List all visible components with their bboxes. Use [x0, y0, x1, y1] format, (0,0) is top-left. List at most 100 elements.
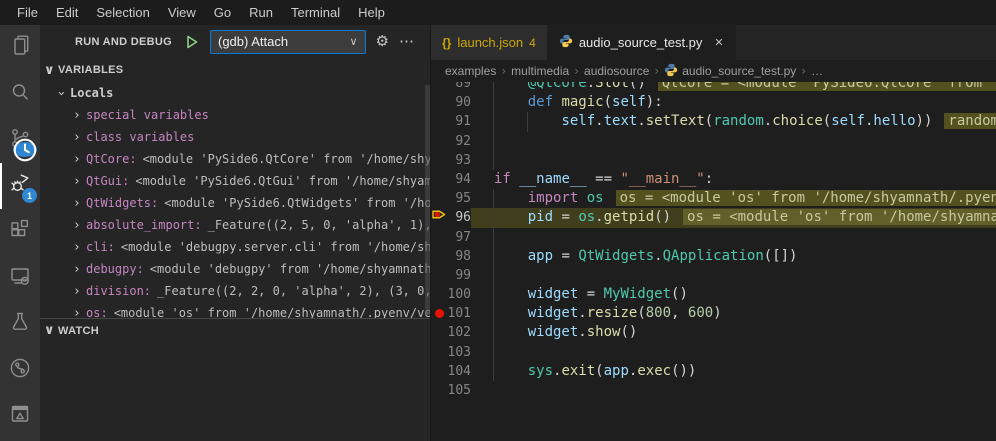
- debug-config-dropdown[interactable]: (gdb) Attach ∨: [210, 29, 366, 54]
- activity-bar-item-explorer[interactable]: [0, 25, 40, 71]
- line-number: 101: [447, 306, 471, 322]
- activity-bar-item-run-and-debug[interactable]: 1: [0, 163, 40, 209]
- code-line-94: 94 if __name__ == "__main__":: [431, 170, 996, 189]
- activity-bar-item-bottom-panel[interactable]: [0, 393, 40, 439]
- breakpoint-margin[interactable]: [431, 151, 447, 170]
- code-token: (: [822, 113, 832, 130]
- variables-section-header[interactable]: ∨ VARIABLES: [40, 58, 430, 82]
- variable-row-qtcore[interactable]: › QtCore: <module 'PySide6.QtCore' from '/…: [40, 148, 430, 170]
- chevron-right-icon[interactable]: ›: [72, 262, 82, 277]
- code-line-99: 99: [431, 265, 996, 286]
- code-token: .: [586, 82, 596, 91]
- breakpoint-margin[interactable]: [431, 247, 447, 266]
- chevron-right-icon[interactable]: ›: [72, 108, 82, 123]
- menu-item-help[interactable]: Help: [349, 0, 394, 25]
- chevron-right-icon[interactable]: ›: [72, 306, 82, 319]
- extensions-icon: [8, 218, 32, 247]
- breadcrumb-item-[interactable]: …: [811, 64, 823, 78]
- variable-row-class-variables[interactable]: › class variables: [40, 126, 430, 148]
- variable-name: division:: [86, 284, 152, 298]
- breakpoint-margin[interactable]: [431, 208, 447, 227]
- testing-icon: [8, 310, 32, 339]
- variable-row-absolute-import[interactable]: › absolute_import: _Feature((2, 5, 0, 'alp…: [40, 214, 430, 236]
- chevron-down-icon[interactable]: ›: [54, 88, 69, 98]
- variable-row-debugpy[interactable]: › debugpy: <module 'debugpy' from '/home/s…: [40, 258, 430, 280]
- chevron-right-icon[interactable]: ›: [72, 284, 82, 299]
- chevron-right-icon[interactable]: ›: [72, 196, 82, 211]
- breadcrumb-label: multimedia: [511, 64, 570, 78]
- indent-guide: [493, 342, 494, 362]
- menu-item-terminal[interactable]: Terminal: [282, 0, 349, 25]
- activity-bar-item-testing[interactable]: [0, 301, 40, 347]
- breakpoint-margin[interactable]: [431, 323, 447, 342]
- breakpoint-margin[interactable]: [431, 189, 447, 208]
- breakpoint-margin[interactable]: [431, 112, 447, 131]
- variable-value: _Feature((2, 5, 0, 'alpha', 1), (3…: [207, 218, 430, 232]
- chevron-right-icon[interactable]: ›: [72, 218, 82, 233]
- variable-row-division[interactable]: › division: _Feature((2, 2, 0, 'alpha', 2)…: [40, 280, 430, 302]
- breakpoint-margin[interactable]: [431, 93, 447, 112]
- debug-session-count-badge: 1: [22, 188, 37, 203]
- start-debugging-button[interactable]: [184, 34, 200, 50]
- tab-launch-json[interactable]: {} launch.json 4: [431, 25, 548, 60]
- indent-guide: [493, 246, 494, 266]
- breakpoint-margin[interactable]: [431, 82, 447, 93]
- breadcrumb-item-audio-source-test-py[interactable]: audio_source_test.py: [664, 63, 796, 80]
- menu-item-edit[interactable]: Edit: [47, 0, 87, 25]
- chevron-right-icon[interactable]: ›: [72, 174, 82, 189]
- variable-row-qtwidgets[interactable]: › QtWidgets: <module 'PySide6.QtWidgets' f…: [40, 192, 430, 214]
- menu-item-selection[interactable]: Selection: [87, 0, 158, 25]
- activity-bar-item-circle-branch[interactable]: [0, 347, 40, 393]
- code-lines: 89 @QtCore.Slot() QtCore = <module 'PySid…: [431, 82, 996, 400]
- line-number: 96: [455, 210, 471, 226]
- tab-audio-source-test-py[interactable]: audio_source_test.py ✕: [547, 25, 736, 60]
- chevron-right-icon[interactable]: ›: [72, 152, 82, 167]
- chevron-down-icon: ∨: [349, 36, 358, 48]
- close-icon[interactable]: ✕: [714, 36, 723, 49]
- menu-item-go[interactable]: Go: [205, 0, 240, 25]
- chevron-right-icon: ›: [501, 64, 507, 78]
- code-token: .: [637, 113, 646, 130]
- breakpoint-margin[interactable]: [431, 285, 447, 304]
- variable-row-os[interactable]: › os: <module 'os' from '/home/shyamnath/.…: [40, 302, 430, 319]
- breakpoint-margin[interactable]: [431, 228, 447, 247]
- code-editor[interactable]: 89 @QtCore.Slot() QtCore = <module 'PySid…: [431, 82, 996, 441]
- breakpoint-margin[interactable]: [431, 304, 447, 323]
- activity-bar-item-remote-explorer[interactable]: [0, 255, 40, 301]
- breakpoint-margin[interactable]: [431, 343, 447, 362]
- breadcrumb-item-multimedia[interactable]: multimedia: [511, 64, 569, 78]
- variable-row-cli[interactable]: › cli: <module 'debugpy.server.cli' from '…: [40, 236, 430, 258]
- breakpoint-margin[interactable]: [431, 362, 447, 381]
- variable-row-qtgui[interactable]: › QtGui: <module 'PySide6.QtGui' from '/ho…: [40, 170, 430, 192]
- chevron-right-icon[interactable]: ›: [72, 130, 82, 145]
- variable-row-locals[interactable]: › Locals: [40, 82, 430, 104]
- line-number: 102: [447, 325, 471, 341]
- sidebar-scrollbar[interactable]: [425, 85, 430, 315]
- watch-section-header[interactable]: ∨ WATCH: [40, 318, 430, 342]
- tab-label: audio_source_test.py: [578, 35, 703, 50]
- breadcrumb-item-audiosource[interactable]: audiosource: [584, 64, 649, 78]
- menu-item-file[interactable]: File: [8, 0, 47, 25]
- breakpoint-icon[interactable]: [434, 309, 444, 319]
- breakpoint-margin[interactable]: [431, 266, 447, 285]
- code-token: ()): [671, 362, 697, 379]
- code-token: ): [713, 305, 722, 322]
- variable-row-special-variables[interactable]: › special variables: [40, 104, 430, 126]
- breadcrumb-item-examples[interactable]: examples: [445, 64, 496, 78]
- code-line-98: 98 app = QtWidgets.QApplication([]): [431, 246, 996, 266]
- menu-item-view[interactable]: View: [159, 0, 205, 25]
- breakpoint-margin[interactable]: [431, 381, 447, 400]
- circle-branch-icon: [8, 356, 32, 385]
- debug-settings-gear-icon[interactable]: ⚙: [376, 34, 389, 49]
- python-file-icon: [664, 63, 678, 80]
- activity-bar-item-search[interactable]: [0, 71, 40, 117]
- activity-bar-item-extensions[interactable]: [0, 209, 40, 255]
- menu-item-run[interactable]: Run: [240, 0, 282, 25]
- more-actions-icon[interactable]: ⋯: [399, 34, 414, 49]
- line-number: 91: [455, 114, 471, 130]
- breakpoint-margin[interactable]: [431, 132, 447, 151]
- breakpoint-margin[interactable]: [431, 170, 447, 189]
- code-token: widget: [527, 324, 579, 341]
- chevron-right-icon[interactable]: ›: [72, 240, 82, 255]
- activity-bar-item-source-control[interactable]: [0, 117, 40, 163]
